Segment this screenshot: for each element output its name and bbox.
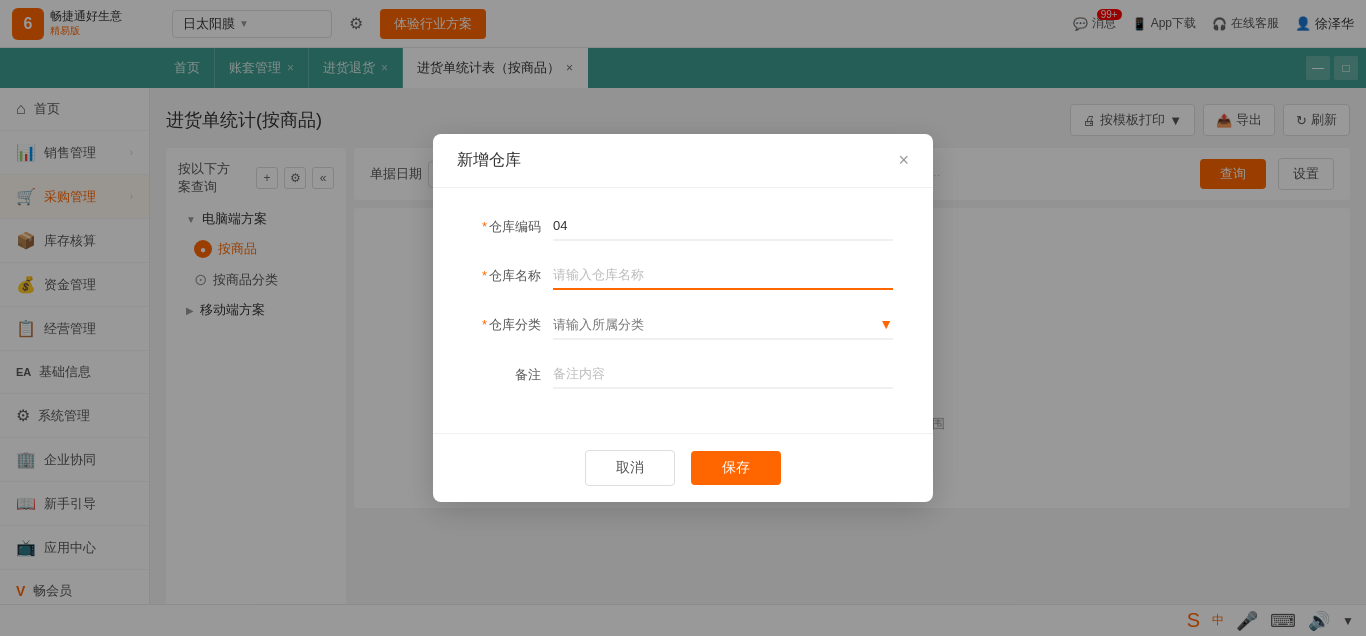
form-row-category: *仓库分类 ▼ [473, 310, 893, 340]
name-label: *仓库名称 [473, 267, 553, 285]
modal-close-button[interactable]: × [898, 150, 909, 171]
form-row-name: *仓库名称 [473, 261, 893, 290]
warehouse-category-input[interactable] [553, 317, 879, 332]
code-label: *仓库编码 [473, 218, 553, 236]
category-label: *仓库分类 [473, 316, 553, 334]
code-required-mark: * [482, 219, 487, 234]
modal-overlay: 新增仓库 × *仓库编码 *仓库名称 *仓库分类 [0, 0, 1366, 636]
add-warehouse-dialog: 新增仓库 × *仓库编码 *仓库名称 *仓库分类 [433, 134, 933, 502]
modal-footer: 取消 保存 [433, 433, 933, 502]
name-required-mark: * [482, 268, 487, 283]
modal-body: *仓库编码 *仓库名称 *仓库分类 ▼ [433, 188, 933, 433]
modal-header: 新增仓库 × [433, 134, 933, 188]
cancel-button[interactable]: 取消 [585, 450, 675, 486]
save-button[interactable]: 保存 [691, 451, 781, 485]
form-row-note: 备注 [473, 360, 893, 389]
modal-title: 新增仓库 [457, 150, 521, 171]
category-dropdown-arrow[interactable]: ▼ [879, 316, 893, 332]
warehouse-code-input[interactable] [553, 212, 893, 241]
category-required-mark: * [482, 317, 487, 332]
category-select-row: ▼ [553, 310, 893, 340]
warehouse-note-input[interactable] [553, 360, 893, 389]
warehouse-name-input[interactable] [553, 261, 893, 290]
note-label: 备注 [473, 366, 553, 384]
form-row-code: *仓库编码 [473, 212, 893, 241]
